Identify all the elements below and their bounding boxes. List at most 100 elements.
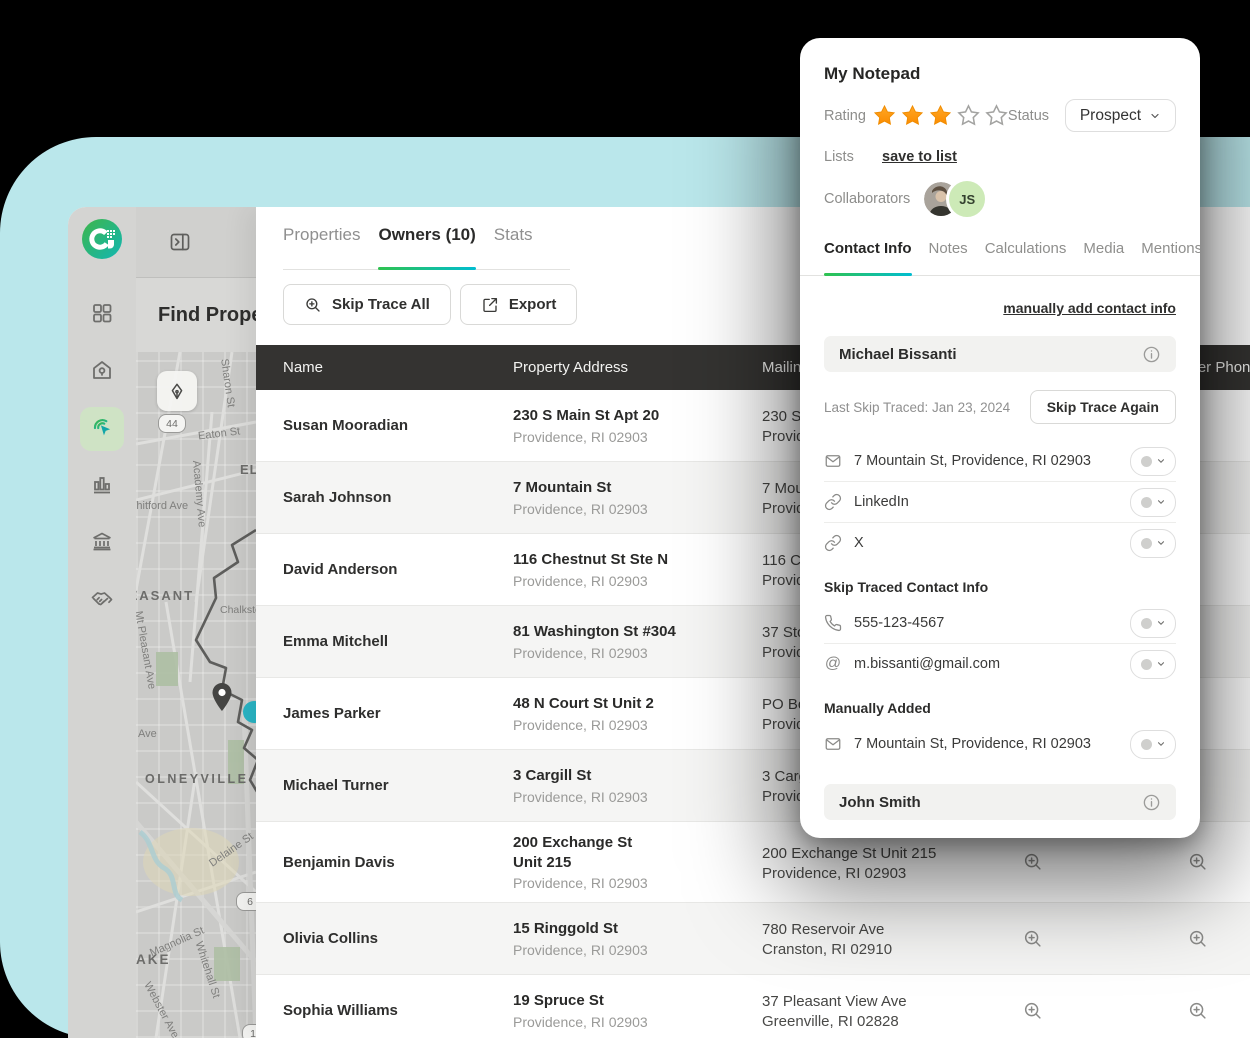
sidebar-item-dashboard[interactable] bbox=[90, 303, 114, 327]
contact-name: John Smith bbox=[839, 793, 921, 811]
sidebar-item-driving-mode[interactable] bbox=[80, 407, 124, 451]
tab-calculations[interactable]: Calculations bbox=[985, 240, 1067, 275]
property-city: Providence, RI 02903 bbox=[513, 875, 648, 892]
sidebar-item-analytics[interactable] bbox=[90, 474, 114, 498]
property-street: 200 Exchange St bbox=[513, 833, 633, 851]
property-city: Providence, RI 02903 bbox=[513, 572, 648, 589]
status-dot bbox=[1140, 738, 1152, 750]
draw-territory-button[interactable] bbox=[157, 371, 197, 411]
tab-notes[interactable]: Notes bbox=[929, 240, 968, 275]
status-dropdown[interactable]: Prospect bbox=[1064, 99, 1176, 132]
app-logo[interactable] bbox=[82, 219, 122, 259]
contact-section-michael-bissanti[interactable]: Michael Bissanti bbox=[824, 336, 1176, 372]
tab-properties[interactable]: Properties bbox=[283, 225, 360, 269]
save-to-list-link[interactable]: save to list bbox=[882, 149, 957, 165]
last-skip-traced-text: Last Skip Traced: Jan 23, 2024 bbox=[824, 399, 1011, 415]
skip-trace-cell-icon[interactable] bbox=[1187, 1000, 1209, 1022]
tab-stats[interactable]: Stats bbox=[494, 225, 533, 269]
table-row[interactable]: Olivia Collins 15 Ringgold St Providence,… bbox=[256, 903, 1250, 975]
sidebar-item-deals[interactable] bbox=[90, 588, 114, 612]
table-row[interactable]: Sophia Williams 19 Spruce St Providence, … bbox=[256, 975, 1250, 1038]
owner-name: Sophia Williams bbox=[283, 1002, 398, 1019]
chevron-down-icon bbox=[1157, 742, 1164, 746]
contact-info-value: LinkedIn bbox=[854, 494, 909, 510]
owner-name: Olivia Collins bbox=[283, 930, 379, 947]
tab-mentions[interactable]: Mentions bbox=[1141, 240, 1200, 275]
star-icon[interactable] bbox=[873, 104, 896, 127]
skip-trace-cell-icon[interactable] bbox=[1187, 928, 1209, 950]
tab-contact-info[interactable]: Contact Info bbox=[824, 240, 912, 276]
skip-trace-cell-icon[interactable] bbox=[1022, 851, 1044, 873]
skip-trace-cell-icon[interactable] bbox=[1022, 1000, 1044, 1022]
contact-info-row: X bbox=[824, 523, 1176, 563]
star-icon[interactable] bbox=[985, 104, 1008, 127]
left-panel-header bbox=[136, 207, 256, 278]
property-street: 19 Spruce St bbox=[513, 992, 604, 1010]
map-pin-icon[interactable] bbox=[210, 682, 234, 717]
page-background: Find Properties bbox=[0, 0, 1250, 1038]
mailing-city: Cranston, RI 02910 bbox=[762, 941, 893, 958]
property-city: Providence, RI 02903 bbox=[513, 788, 648, 805]
avatar-initials[interactable]: JS bbox=[946, 178, 989, 220]
property-street-line2: Unit 215 bbox=[513, 854, 572, 871]
tab-owners[interactable]: Owners (10) bbox=[378, 225, 477, 270]
contact-action-pill[interactable] bbox=[1130, 446, 1176, 476]
bar-chart-icon bbox=[90, 472, 114, 501]
skip-trace-cell-icon[interactable] bbox=[1187, 851, 1209, 873]
property-street: 7 Mountain St bbox=[513, 479, 612, 497]
map-street-label: Ave bbox=[138, 728, 157, 740]
find-properties-title: Find Properties bbox=[158, 303, 256, 326]
info-icon[interactable] bbox=[1142, 345, 1161, 364]
bank-icon bbox=[90, 529, 114, 558]
map-neighborhood-label: ELMHURST bbox=[240, 462, 256, 477]
star-icon[interactable] bbox=[901, 104, 924, 127]
magnifier-plus-icon bbox=[306, 297, 320, 312]
skip-traced-section-header: Skip Traced Contact Info bbox=[824, 579, 989, 595]
home-pin-icon bbox=[90, 358, 114, 387]
contact-action-pill[interactable] bbox=[1130, 729, 1176, 759]
owner-name: Sarah Johnson bbox=[283, 489, 392, 506]
contact-action-pill[interactable] bbox=[1130, 608, 1176, 638]
linked-contact-rows: 7 Mountain St, Providence, RI 02903 Link… bbox=[824, 441, 1176, 563]
rating-stars[interactable] bbox=[873, 104, 1008, 127]
link-icon bbox=[824, 493, 842, 511]
skip-traced-rows: 555-123-4567 @ m.bissanti@gmail.com bbox=[824, 603, 1176, 684]
skip-trace-again-button[interactable]: Skip Trace Again bbox=[1029, 390, 1176, 424]
contact-action-pill[interactable] bbox=[1130, 487, 1176, 517]
rating-row: Rating Status Prospect bbox=[824, 99, 1176, 132]
star-icon[interactable] bbox=[957, 104, 980, 127]
sidebar-item-bank[interactable] bbox=[90, 531, 114, 555]
star-icon[interactable] bbox=[929, 104, 952, 127]
map-street-label: Chalkstone Ave bbox=[220, 604, 256, 616]
property-city: Providence, RI 02903 bbox=[513, 941, 648, 958]
chevron-down-icon bbox=[1151, 113, 1159, 118]
at-icon: @ bbox=[824, 655, 842, 672]
contact-section-john-smith[interactable]: John Smith bbox=[824, 784, 1176, 820]
contact-name: Michael Bissanti bbox=[839, 345, 957, 363]
contact-action-pill[interactable] bbox=[1130, 528, 1176, 558]
contact-action-pill[interactable] bbox=[1130, 649, 1176, 679]
manually-add-contact-link[interactable]: manually add contact info bbox=[824, 300, 1176, 316]
contact-info-row: 7 Mountain St, Providence, RI 02903 bbox=[824, 441, 1176, 482]
map-canvas[interactable]: Sharon St Eaton St Academy Ave ELMHURST … bbox=[136, 352, 256, 1038]
status-value: Prospect bbox=[1079, 106, 1141, 124]
skip-trace-all-label: Skip Trace All bbox=[332, 296, 430, 313]
column-name: Name bbox=[283, 359, 324, 376]
skip-trace-cell-icon[interactable] bbox=[1022, 928, 1044, 950]
export-button[interactable]: Export bbox=[459, 284, 578, 325]
skip-trace-all-button[interactable]: Skip Trace All bbox=[283, 284, 451, 325]
export-label: Export bbox=[508, 296, 557, 313]
property-city: Providence, RI 02903 bbox=[513, 716, 648, 733]
collapse-panel-icon[interactable] bbox=[168, 230, 192, 254]
owner-name: Michael Turner bbox=[283, 777, 389, 794]
mailing-city: Greenville, RI 02828 bbox=[762, 1013, 899, 1030]
phone-icon bbox=[824, 614, 842, 632]
export-icon bbox=[483, 297, 497, 312]
sidebar-item-home-search[interactable] bbox=[90, 360, 114, 384]
dashboard-icon bbox=[90, 301, 114, 330]
info-icon[interactable] bbox=[1142, 793, 1161, 812]
contact-info-row: 7 Mountain St, Providence, RI 02903 bbox=[824, 724, 1176, 764]
tab-media[interactable]: Media bbox=[1083, 240, 1124, 275]
manually-added-section-header: Manually Added bbox=[824, 700, 931, 716]
contact-info-row: @ m.bissanti@gmail.com bbox=[824, 644, 1176, 684]
